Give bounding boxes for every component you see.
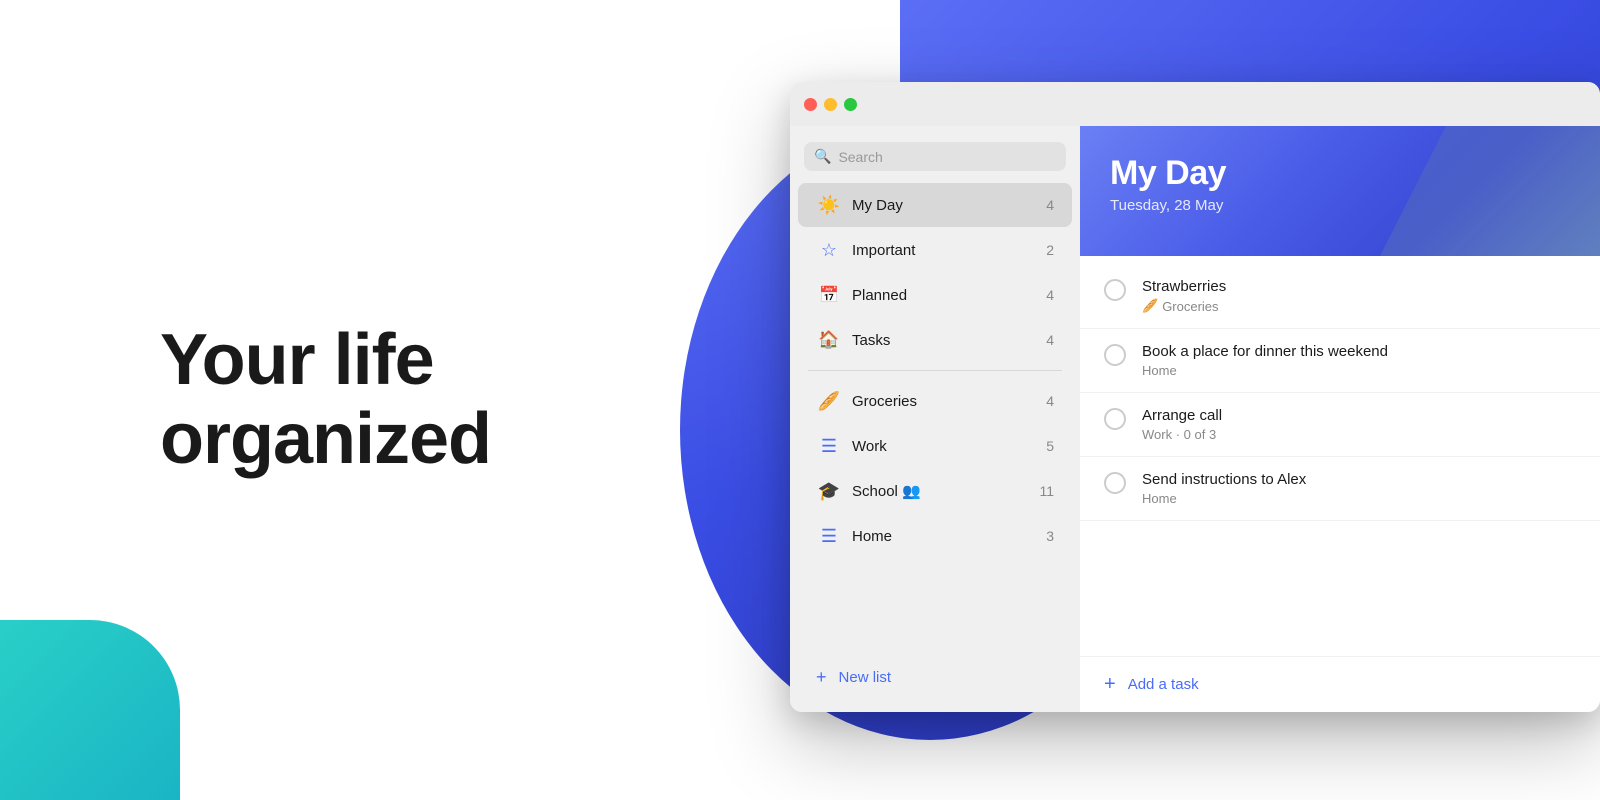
sun-icon: ☀️ (816, 192, 842, 218)
list-icon-home: ☰ (816, 523, 842, 549)
nav-divider (808, 370, 1062, 371)
sidebar-item-school[interactable]: 🎓 School 👥 11 (798, 469, 1072, 513)
title-bar (790, 82, 1600, 126)
nav-count-planned: 4 (1046, 287, 1054, 303)
bread-icon: 🥖 (816, 388, 842, 414)
task-title-book-dinner: Book a place for dinner this weekend (1142, 343, 1576, 360)
main-title: My Day (1110, 154, 1570, 193)
list-icon-work: ☰ (816, 433, 842, 459)
nav-count-home: 3 (1046, 528, 1054, 544)
add-task-plus-icon: + (1104, 673, 1116, 696)
star-icon: ☆ (816, 237, 842, 263)
task-checkbox-book-dinner[interactable] (1104, 344, 1126, 366)
search-bar[interactable]: 🔍 Search (804, 142, 1066, 171)
search-icon: 🔍 (814, 148, 831, 165)
nav-count-my-day: 4 (1046, 197, 1054, 213)
groceries-emoji-icon: 🥖 (1142, 298, 1158, 314)
new-list-button[interactable]: + New list (798, 657, 1072, 698)
sidebar: 🔍 Search ☀️ My Day 4 ☆ Important 2 (790, 126, 1080, 712)
tasks-icon: 🏠 (816, 327, 842, 353)
bg-decoration-teal (0, 620, 180, 800)
task-content-send-instructions: Send instructions to Alex Home (1142, 471, 1576, 506)
task-meta-strawberries: 🥖 Groceries (1142, 298, 1576, 314)
nav-label-school: School 👥 (852, 482, 1039, 500)
task-list: Strawberries 🥖 Groceries Book a place fo… (1080, 256, 1600, 656)
calendar-icon: 📅 (816, 282, 842, 308)
sidebar-item-planned[interactable]: 📅 Planned 4 (798, 273, 1072, 317)
task-item-strawberries[interactable]: Strawberries 🥖 Groceries (1080, 264, 1600, 329)
nav-label-tasks: Tasks (852, 332, 1046, 349)
nav-count-tasks: 4 (1046, 332, 1054, 348)
plus-icon: + (816, 667, 827, 688)
task-checkbox-strawberries[interactable] (1104, 279, 1126, 301)
main-panel: My Day Tuesday, 28 May Strawberries 🥖 Gr… (1080, 126, 1600, 712)
nav-section: ☀️ My Day 4 ☆ Important 2 📅 Planned 4 (790, 183, 1080, 653)
search-input[interactable]: Search (838, 149, 882, 165)
new-list-label: New list (839, 669, 892, 686)
minimize-button[interactable] (824, 98, 837, 111)
nav-label-home: Home (852, 528, 1046, 545)
traffic-lights (804, 98, 857, 111)
sidebar-item-important[interactable]: ☆ Important 2 (798, 228, 1072, 272)
task-meta-send-instructions: Home (1142, 491, 1576, 506)
task-meta-arrange-call: Work · 0 of 3 (1142, 427, 1576, 442)
mortar-icon: 🎓 (816, 478, 842, 504)
nav-label-planned: Planned (852, 287, 1046, 304)
nav-label-groceries: Groceries (852, 393, 1046, 410)
task-content-arrange-call: Arrange call Work · 0 of 3 (1142, 407, 1576, 442)
nav-count-groceries: 4 (1046, 393, 1054, 409)
main-subtitle: Tuesday, 28 May (1110, 197, 1570, 214)
task-title-arrange-call: Arrange call (1142, 407, 1576, 424)
task-title-strawberries: Strawberries (1142, 278, 1576, 295)
nav-count-work: 5 (1046, 438, 1054, 454)
task-checkbox-send-instructions[interactable] (1104, 472, 1126, 494)
nav-count-important: 2 (1046, 242, 1054, 258)
nav-label-my-day: My Day (852, 197, 1046, 214)
add-task-label: Add a task (1128, 676, 1199, 693)
close-button[interactable] (804, 98, 817, 111)
add-task-button[interactable]: + Add a task (1080, 656, 1600, 712)
hero-title: Your life organized (160, 321, 491, 479)
task-item-arrange-call[interactable]: Arrange call Work · 0 of 3 (1080, 393, 1600, 457)
hero-section: Your life organized (160, 321, 491, 479)
sidebar-item-my-day[interactable]: ☀️ My Day 4 (798, 183, 1072, 227)
nav-label-important: Important (852, 242, 1046, 259)
task-title-send-instructions: Send instructions to Alex (1142, 471, 1576, 488)
task-meta-book-dinner: Home (1142, 363, 1576, 378)
task-checkbox-arrange-call[interactable] (1104, 408, 1126, 430)
task-item-book-dinner[interactable]: Book a place for dinner this weekend Hom… (1080, 329, 1600, 393)
maximize-button[interactable] (844, 98, 857, 111)
main-header: My Day Tuesday, 28 May (1080, 126, 1600, 256)
task-content-strawberries: Strawberries 🥖 Groceries (1142, 278, 1576, 314)
window-body: 🔍 Search ☀️ My Day 4 ☆ Important 2 (790, 126, 1600, 712)
task-item-send-instructions[interactable]: Send instructions to Alex Home (1080, 457, 1600, 521)
nav-label-work: Work (852, 438, 1046, 455)
nav-count-school: 11 (1039, 483, 1054, 499)
sidebar-item-tasks[interactable]: 🏠 Tasks 4 (798, 318, 1072, 362)
sidebar-item-work[interactable]: ☰ Work 5 (798, 424, 1072, 468)
sidebar-item-groceries[interactable]: 🥖 Groceries 4 (798, 379, 1072, 423)
task-content-book-dinner: Book a place for dinner this weekend Hom… (1142, 343, 1576, 378)
sidebar-item-home[interactable]: ☰ Home 3 (798, 514, 1072, 558)
app-window: 🔍 Search ☀️ My Day 4 ☆ Important 2 (790, 82, 1600, 712)
